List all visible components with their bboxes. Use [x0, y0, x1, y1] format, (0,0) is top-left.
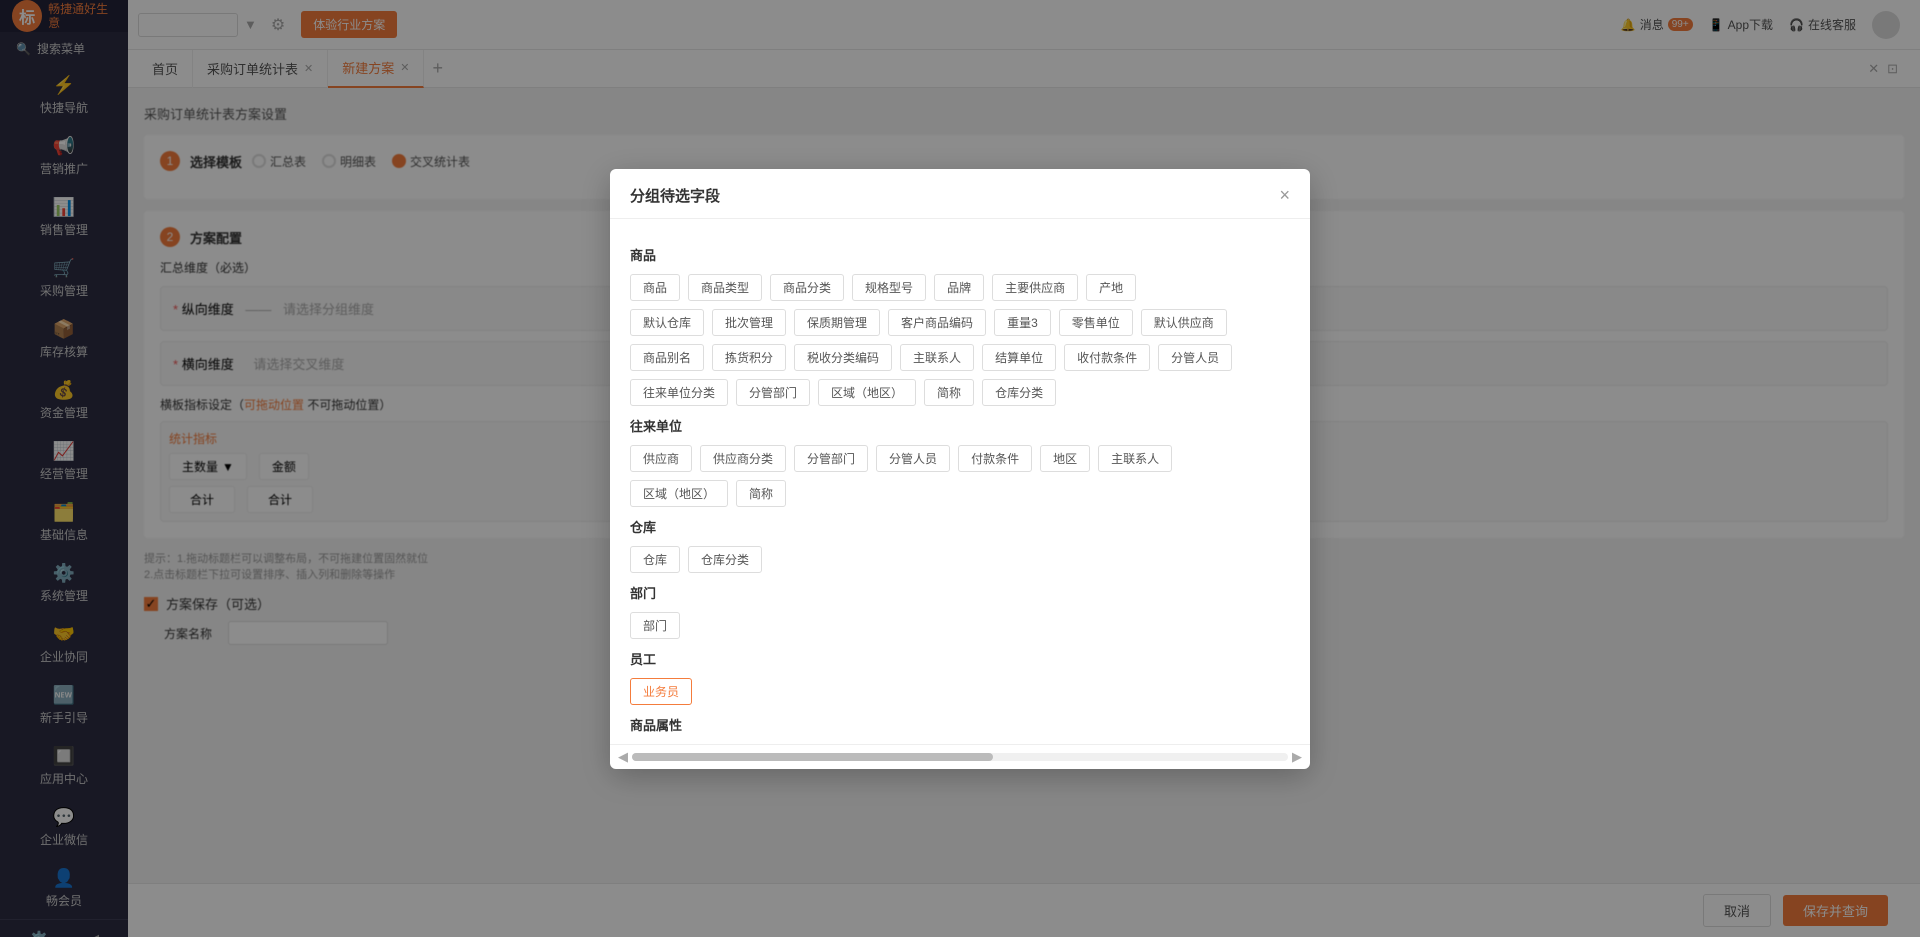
tag-retail-unit[interactable]: 零售单位 — [1059, 309, 1133, 336]
tag-goods-alias[interactable]: 商品别名 — [630, 344, 704, 371]
section-partner-tags1: 供应商 供应商分类 分管部门 分管人员 付款条件 地区 主联系人 — [630, 445, 1290, 472]
tag-department[interactable]: 部门 — [630, 612, 680, 639]
section-dept-tags: 部门 — [630, 612, 1290, 639]
tag-brand[interactable]: 品牌 — [934, 274, 984, 301]
dialog-title: 分组待选字段 — [630, 185, 720, 206]
tag-origin[interactable]: 产地 — [1086, 274, 1136, 301]
tag-weight3[interactable]: 重量3 — [994, 309, 1051, 336]
section-goods-tags3: 商品别名 拣货积分 税收分类编码 主联系人 结算单位 收付款条件 分管人员 — [630, 344, 1290, 371]
hscroll-left-btn[interactable]: ◀ — [618, 749, 628, 765]
section-warehouse-title: 仓库 — [630, 517, 1290, 536]
section-dept-title: 部门 — [630, 583, 1290, 602]
tag-spec-model[interactable]: 规格型号 — [852, 274, 926, 301]
tag-region2[interactable]: 区域（地区） — [630, 480, 728, 507]
tag-area[interactable]: 地区 — [1040, 445, 1090, 472]
field-select-dialog: 分组待选字段 × 商品 商品 商品类型 商品分类 规格型号 品牌 主要供应商 产… — [610, 169, 1310, 769]
section-goods-tags: 商品 商品类型 商品分类 规格型号 品牌 主要供应商 产地 — [630, 274, 1290, 301]
tag-warehouse-category[interactable]: 仓库分类 — [982, 379, 1056, 406]
tag-batch-mgmt[interactable]: 批次管理 — [712, 309, 786, 336]
section-partner-tags2: 区域（地区） 简称 — [630, 480, 1290, 507]
tag-goods[interactable]: 商品 — [630, 274, 680, 301]
tag-supplier-category[interactable]: 供应商分类 — [700, 445, 786, 472]
tag-salesperson[interactable]: 业务员 — [630, 678, 692, 705]
section-staff-tags: 业务员 — [630, 678, 1290, 705]
tag-settlement-unit[interactable]: 结算单位 — [982, 344, 1056, 371]
tag-warehouse[interactable]: 仓库 — [630, 546, 680, 573]
section-goods-tags2: 默认仓库 批次管理 保质期管理 客户商品编码 重量3 零售单位 默认供应商 — [630, 309, 1290, 336]
section-product-attr-title: 商品属性 — [630, 715, 1290, 734]
tag-pick-points[interactable]: 拣货积分 — [712, 344, 786, 371]
tag-warehouse-cat[interactable]: 仓库分类 — [688, 546, 762, 573]
hscroll-thumb — [632, 753, 993, 761]
section-goods-title: 商品 — [630, 245, 1290, 264]
tag-main-contact[interactable]: 主联系人 — [900, 344, 974, 371]
section-warehouse-tags: 仓库 仓库分类 — [630, 546, 1290, 573]
tag-partner-category[interactable]: 往来单位分类 — [630, 379, 728, 406]
section-staff-title: 员工 — [630, 649, 1290, 668]
dialog-hscrollbar[interactable]: ◀ ▶ — [610, 744, 1310, 769]
tag-tax-code[interactable]: 税收分类编码 — [794, 344, 892, 371]
tag-default-warehouse[interactable]: 默认仓库 — [630, 309, 704, 336]
tag-customer-code[interactable]: 客户商品编码 — [888, 309, 986, 336]
tag-region[interactable]: 区域（地区） — [818, 379, 916, 406]
tag-abbr2[interactable]: 简称 — [736, 480, 786, 507]
section-partner-title: 往来单位 — [630, 416, 1290, 435]
tag-payment-terms2[interactable]: 付款条件 — [958, 445, 1032, 472]
tag-main-supplier[interactable]: 主要供应商 — [992, 274, 1078, 301]
tag-abbr[interactable]: 简称 — [924, 379, 974, 406]
tag-dept[interactable]: 分管部门 — [736, 379, 810, 406]
dialog-close-btn[interactable]: × — [1279, 185, 1290, 206]
tag-payment-terms[interactable]: 收付款条件 — [1064, 344, 1150, 371]
dialog-header: 分组待选字段 × — [610, 169, 1310, 219]
tag-goods-category[interactable]: 商品分类 — [770, 274, 844, 301]
tag-main-contact2[interactable]: 主联系人 — [1098, 445, 1172, 472]
tag-expiry-mgmt[interactable]: 保质期管理 — [794, 309, 880, 336]
tag-goods-type[interactable]: 商品类型 — [688, 274, 762, 301]
tag-dept2[interactable]: 分管部门 — [794, 445, 868, 472]
tag-supervisor2[interactable]: 分管人员 — [876, 445, 950, 472]
section-goods-tags4: 往来单位分类 分管部门 区域（地区） 简称 仓库分类 — [630, 379, 1290, 406]
dialog-body: 商品 商品 商品类型 商品分类 规格型号 品牌 主要供应商 产地 默认仓库 批次… — [610, 219, 1310, 744]
tag-supplier[interactable]: 供应商 — [630, 445, 692, 472]
hscroll-right-btn[interactable]: ▶ — [1292, 749, 1302, 765]
hscroll-track — [632, 753, 1288, 761]
tag-default-supplier[interactable]: 默认供应商 — [1141, 309, 1227, 336]
tag-supervisor[interactable]: 分管人员 — [1158, 344, 1232, 371]
